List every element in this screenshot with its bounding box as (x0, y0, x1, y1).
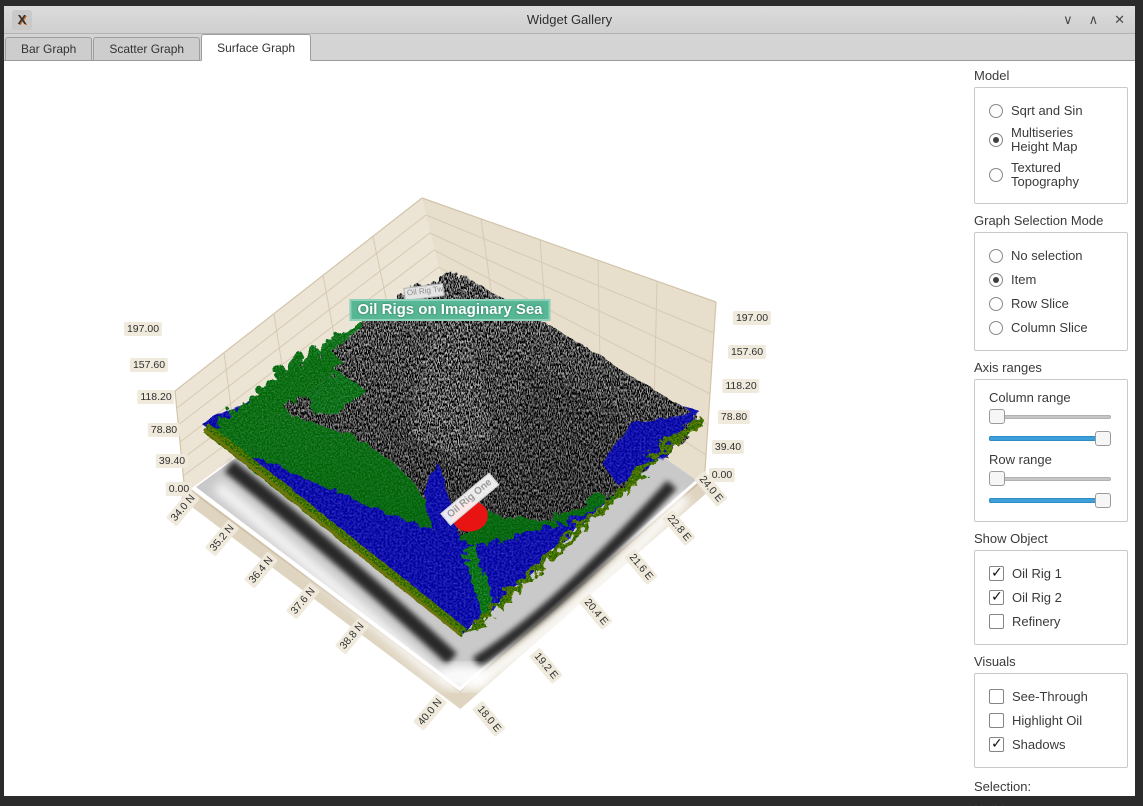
visuals-section-title: Visuals (974, 654, 1128, 669)
radio-label: Multiseries Height Map (1011, 126, 1103, 154)
radio-label: Row Slice (1011, 297, 1069, 311)
z-axis-tick: 157.60 (130, 358, 168, 372)
radio-label: Column Slice (1011, 321, 1088, 335)
z-axis-tick: 157.60 (728, 345, 766, 359)
tab-surface-graph[interactable]: Surface Graph (201, 34, 311, 61)
slider-track[interactable] (989, 436, 1111, 441)
checkbox-shadows[interactable]: Shadows (989, 736, 1121, 753)
checkbox-icon[interactable] (989, 713, 1004, 728)
slider-handle[interactable] (1095, 493, 1111, 508)
radio-item[interactable]: Item (989, 271, 1121, 288)
checkbox-label: Shadows (1012, 738, 1065, 752)
z-axis-tick: 39.40 (156, 454, 188, 468)
checkbox-oil-rig-2[interactable]: Oil Rig 2 (989, 589, 1121, 606)
radio-sqrt-and-sin[interactable]: Sqrt and Sin (989, 102, 1121, 119)
radio-label: Item (1011, 273, 1036, 287)
slider-handle[interactable] (989, 409, 1005, 424)
app-icon[interactable]: X (12, 10, 32, 30)
radio-no-selection[interactable]: No selection (989, 247, 1121, 264)
radio-textured-topography[interactable]: Textured Topography (989, 161, 1121, 189)
radio-row-slice[interactable]: Row Slice (989, 295, 1121, 312)
checkbox-icon[interactable] (989, 566, 1004, 581)
checkbox-icon[interactable] (989, 737, 1004, 752)
show-object-section-title: Show Object (974, 531, 1128, 546)
z-axis-tick: 118.20 (722, 379, 759, 393)
z-axis-tick: 197.00 (733, 311, 771, 325)
radio-multiseries-height-map[interactable]: Multiseries Height Map (989, 126, 1121, 154)
window-title: Widget Gallery (4, 12, 1135, 27)
radio-label: No selection (1011, 249, 1083, 263)
checkbox-icon[interactable] (989, 590, 1004, 605)
column-range-min-slider[interactable] (989, 408, 1111, 425)
row-range-max-slider[interactable] (989, 492, 1111, 509)
checkbox-label: Oil Rig 1 (1012, 567, 1062, 581)
selection-mode-section-title: Graph Selection Mode (974, 213, 1128, 228)
checkbox-refinery[interactable]: Refinery (989, 613, 1121, 630)
column-range-label: Column range (989, 390, 1121, 405)
checkbox-label: Highlight Oil (1012, 714, 1082, 728)
show-object-group: Oil Rig 1 Oil Rig 2 Refinery (974, 550, 1128, 645)
checkbox-label: See-Through (1012, 690, 1088, 704)
radio-column-slice[interactable]: Column Slice (989, 319, 1121, 336)
radio-icon[interactable] (989, 104, 1003, 118)
selection-mode-group: No selection Item Row Slice Column Slice (974, 232, 1128, 351)
shade-window-icon[interactable]: ∨ (1063, 6, 1073, 34)
application-window: X Widget Gallery ∨ ∧ ✕ Bar Graph Scatter… (0, 0, 1143, 806)
z-axis-tick: 39.40 (712, 440, 744, 454)
slider-handle[interactable] (989, 471, 1005, 486)
radio-icon[interactable] (989, 321, 1003, 335)
z-axis-tick: 197.00 (124, 322, 162, 336)
checkbox-highlight-oil[interactable]: Highlight Oil (989, 712, 1121, 729)
radio-icon[interactable] (989, 168, 1003, 182)
slider-track[interactable] (989, 498, 1111, 503)
checkbox-label: Refinery (1012, 615, 1060, 629)
model-group: Sqrt and Sin Multiseries Height Map Text… (974, 87, 1128, 204)
z-axis-tick: 78.80 (148, 423, 180, 437)
slider-track[interactable] (989, 415, 1111, 419)
radio-icon[interactable] (989, 273, 1003, 287)
axis-ranges-section-title: Axis ranges (974, 360, 1128, 375)
slider-handle[interactable] (1095, 431, 1111, 446)
checkbox-oil-rig-1[interactable]: Oil Rig 1 (989, 565, 1121, 582)
checkbox-see-through[interactable]: See-Through (989, 688, 1121, 705)
selection-status-label: Selection: (974, 777, 1128, 796)
surface-graph-page: 197.00 157.60 118.20 78.80 39.40 0.00 19… (4, 61, 1135, 796)
checkbox-icon[interactable] (989, 614, 1004, 629)
radio-label: Sqrt and Sin (1011, 104, 1083, 118)
z-axis-tick: 118.20 (137, 390, 174, 404)
slider-track[interactable] (989, 477, 1111, 481)
close-window-icon[interactable]: ✕ (1114, 6, 1125, 34)
row-range-min-slider[interactable] (989, 470, 1111, 487)
tab-bar: Bar Graph Scatter Graph Surface Graph (4, 34, 1135, 61)
window-titlebar: X Widget Gallery ∨ ∧ ✕ (4, 6, 1135, 34)
tab-scatter-graph[interactable]: Scatter Graph (93, 37, 200, 60)
radio-icon[interactable] (989, 133, 1003, 147)
radio-label: Textured Topography (1011, 161, 1103, 189)
axis-ranges-group: Column range Row range (974, 379, 1128, 522)
selection-status-value: Nothing (974, 800, 1128, 806)
radio-icon[interactable] (989, 297, 1003, 311)
row-range-label: Row range (989, 452, 1121, 467)
radio-icon[interactable] (989, 249, 1003, 263)
control-panel: Model Sqrt and Sin Multiseries Height Ma… (974, 61, 1128, 806)
z-axis-tick: 78.80 (718, 410, 750, 424)
checkbox-label: Oil Rig 2 (1012, 591, 1062, 605)
column-range-max-slider[interactable] (989, 430, 1111, 447)
model-section-title: Model (974, 68, 1128, 83)
visuals-group: See-Through Highlight Oil Shadows (974, 673, 1128, 768)
tab-bar-graph[interactable]: Bar Graph (5, 37, 92, 60)
checkbox-icon[interactable] (989, 689, 1004, 704)
chart-title-label: Oil Rigs on Imaginary Sea (349, 299, 550, 321)
surface-plot-viewport[interactable]: 197.00 157.60 118.20 78.80 39.40 0.00 19… (4, 61, 970, 796)
maximize-window-icon[interactable]: ∧ (1089, 6, 1099, 34)
